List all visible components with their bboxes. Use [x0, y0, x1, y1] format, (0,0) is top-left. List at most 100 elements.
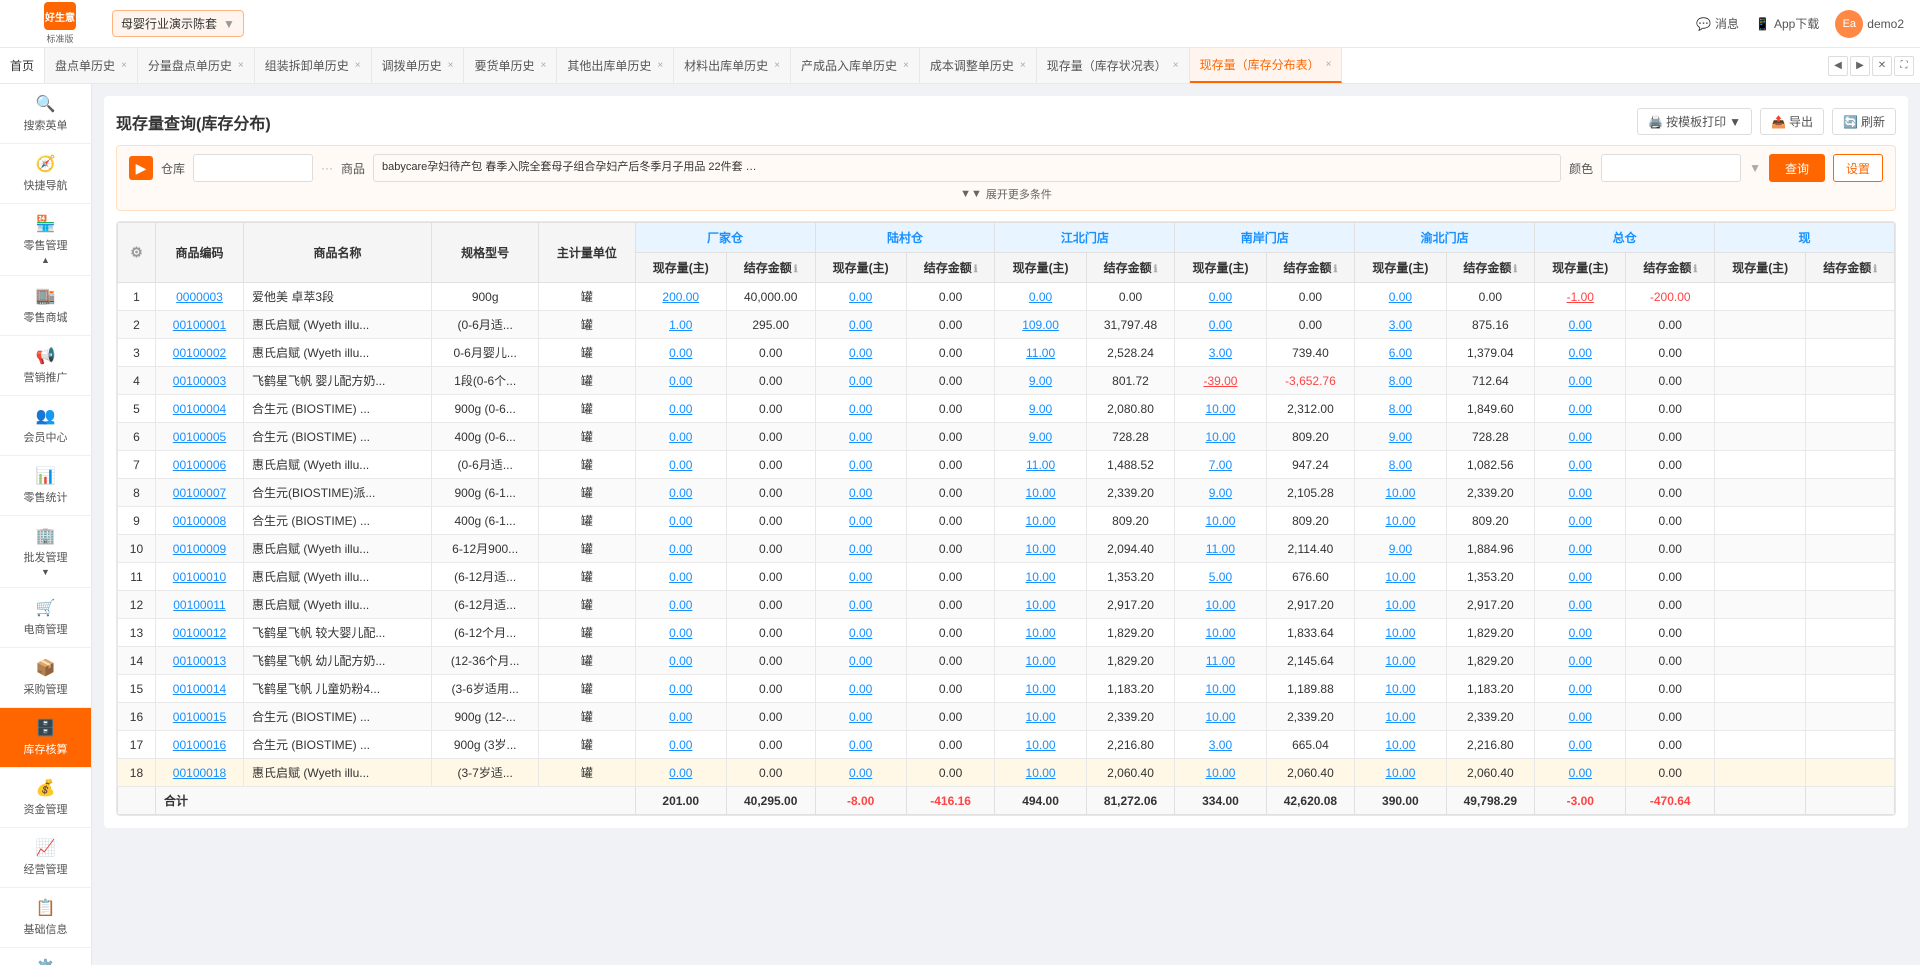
row-code[interactable]: 00100015	[155, 703, 243, 731]
tab-cost-adjust[interactable]: 成本调整单历史 ×	[920, 48, 1037, 83]
tab-split-stock-close[interactable]: ×	[238, 60, 244, 71]
row-f-qty[interactable]: 0.00	[635, 647, 726, 675]
row-f-qty[interactable]: 0.00	[635, 479, 726, 507]
row-code[interactable]: 00100016	[155, 731, 243, 759]
row-j-qty[interactable]: 109.00	[995, 311, 1086, 339]
row-code[interactable]: 00100001	[155, 311, 243, 339]
warehouse-dots[interactable]: ···	[321, 161, 333, 175]
row-f-qty[interactable]: 0.00	[635, 731, 726, 759]
row-n-qty[interactable]: 11.00	[1175, 647, 1266, 675]
row-f-qty[interactable]: 200.00	[635, 283, 726, 311]
col-gear[interactable]: ⚙	[118, 223, 156, 283]
tab-material-out-close[interactable]: ×	[774, 60, 780, 71]
row-j-qty[interactable]: 10.00	[995, 731, 1086, 759]
row-f-qty[interactable]: 0.00	[635, 339, 726, 367]
row-y-qty[interactable]: 10.00	[1355, 479, 1446, 507]
f-amt-info-icon[interactable]: ℹ	[794, 264, 798, 275]
row-y-qty[interactable]: 6.00	[1355, 339, 1446, 367]
tab-cost-adjust-close[interactable]: ×	[1020, 60, 1026, 71]
row-n-qty[interactable]: 10.00	[1175, 423, 1266, 451]
row-l-qty[interactable]: 0.00	[815, 731, 906, 759]
row-code[interactable]: 0000003	[155, 283, 243, 311]
row-y-qty[interactable]: 10.00	[1355, 703, 1446, 731]
row-n-qty[interactable]: 7.00	[1175, 451, 1266, 479]
row-f-qty[interactable]: 0.00	[635, 675, 726, 703]
row-y-qty[interactable]: 9.00	[1355, 423, 1446, 451]
tab-stock-dist[interactable]: 现存量（库存分布表） ×	[1190, 48, 1343, 83]
row-j-qty[interactable]: 10.00	[995, 759, 1086, 787]
tab-nav-expand[interactable]: ⛶	[1894, 56, 1914, 76]
message-btn[interactable]: 💬 消息	[1696, 15, 1739, 32]
color-input[interactable]	[1601, 154, 1741, 182]
tab-stock-qty-close[interactable]: ×	[1173, 60, 1179, 71]
tab-nav-next[interactable]: ▶	[1850, 56, 1870, 76]
row-code[interactable]: 00100002	[155, 339, 243, 367]
product-value[interactable]: babycare孕妇待产包 春季入院全套母子组合孕妇产后冬季月子用品 22件套 …	[373, 154, 1561, 182]
row-n-qty[interactable]: 10.00	[1175, 591, 1266, 619]
row-code[interactable]: 00100007	[155, 479, 243, 507]
row-n-qty[interactable]: 5.00	[1175, 563, 1266, 591]
tab-product-in[interactable]: 产成品入库单历史 ×	[791, 48, 920, 83]
row-l-qty[interactable]: 0.00	[815, 311, 906, 339]
row-t-qty[interactable]: 0.00	[1535, 619, 1626, 647]
row-f-qty[interactable]: 0.00	[635, 507, 726, 535]
row-y-qty[interactable]: 8.00	[1355, 367, 1446, 395]
row-n-qty[interactable]: -39.00	[1175, 367, 1266, 395]
row-n-qty[interactable]: 10.00	[1175, 619, 1266, 647]
sidebar-item-wholesale[interactable]: 🏢 批发管理 ▼	[0, 516, 91, 588]
row-t-qty[interactable]: 0.00	[1535, 451, 1626, 479]
sidebar-item-retail-store[interactable]: 🏬 零售商城	[0, 276, 91, 336]
row-t-qty[interactable]: 0.00	[1535, 479, 1626, 507]
row-y-qty[interactable]: 0.00	[1355, 283, 1446, 311]
row-t-qty[interactable]: 0.00	[1535, 535, 1626, 563]
gear-icon[interactable]: ⚙	[130, 244, 143, 260]
tab-request-single[interactable]: 要货单历史 ×	[464, 48, 557, 83]
row-y-qty[interactable]: 3.00	[1355, 311, 1446, 339]
tab-stock-qty[interactable]: 现存量（库存状况表） ×	[1037, 48, 1190, 83]
sidebar-item-retail-stats[interactable]: 📊 零售统计	[0, 456, 91, 516]
row-n-qty[interactable]: 0.00	[1175, 283, 1266, 311]
expand-more-btn[interactable]: ▼▼ 展开更多条件	[129, 186, 1883, 202]
row-l-qty[interactable]: 0.00	[815, 395, 906, 423]
row-j-qty[interactable]: 9.00	[995, 395, 1086, 423]
row-n-qty[interactable]: 0.00	[1175, 311, 1266, 339]
sidebar-item-inventory[interactable]: 🗄️ 库存核算	[0, 708, 91, 768]
tab-other-out-close[interactable]: ×	[657, 60, 663, 71]
row-l-qty[interactable]: 0.00	[815, 479, 906, 507]
row-code[interactable]: 00100006	[155, 451, 243, 479]
l-amt-info-icon[interactable]: ℹ	[974, 264, 978, 275]
tab-group-split-close[interactable]: ×	[355, 60, 361, 71]
query-btn[interactable]: 查询	[1769, 154, 1825, 182]
row-t-qty[interactable]: 0.00	[1535, 703, 1626, 731]
sidebar-item-purchase[interactable]: 📦 采购管理	[0, 648, 91, 708]
tab-stock-single-close[interactable]: ×	[121, 60, 127, 71]
row-f-qty[interactable]: 0.00	[635, 619, 726, 647]
row-y-qty[interactable]: 9.00	[1355, 535, 1446, 563]
row-code[interactable]: 00100010	[155, 563, 243, 591]
row-l-qty[interactable]: 0.00	[815, 619, 906, 647]
row-j-qty[interactable]: 11.00	[995, 339, 1086, 367]
row-code[interactable]: 00100003	[155, 367, 243, 395]
row-l-qty[interactable]: 0.00	[815, 647, 906, 675]
y-amt-info-icon[interactable]: ℹ	[1513, 264, 1517, 275]
sidebar-item-basic[interactable]: 📋 基础信息	[0, 888, 91, 948]
row-t-qty[interactable]: 0.00	[1535, 339, 1626, 367]
row-t-qty[interactable]: -1.00	[1535, 283, 1626, 311]
tab-home[interactable]: 首页	[0, 48, 45, 83]
row-y-qty[interactable]: 10.00	[1355, 731, 1446, 759]
row-n-qty[interactable]: 9.00	[1175, 479, 1266, 507]
row-j-qty[interactable]: 10.00	[995, 507, 1086, 535]
row-n-qty[interactable]: 10.00	[1175, 703, 1266, 731]
row-f-qty[interactable]: 0.00	[635, 759, 726, 787]
sidebar-item-marketing[interactable]: 📢 营销推广	[0, 336, 91, 396]
export-btn[interactable]: 📤 导出	[1760, 108, 1824, 135]
row-n-qty[interactable]: 10.00	[1175, 759, 1266, 787]
row-j-qty[interactable]: 10.00	[995, 535, 1086, 563]
row-t-qty[interactable]: 0.00	[1535, 759, 1626, 787]
tab-nav-close-all[interactable]: ✕	[1872, 56, 1892, 76]
row-y-qty[interactable]: 8.00	[1355, 395, 1446, 423]
row-t-qty[interactable]: 0.00	[1535, 367, 1626, 395]
row-n-qty[interactable]: 10.00	[1175, 507, 1266, 535]
tab-nav-prev[interactable]: ◀	[1828, 56, 1848, 76]
row-j-qty[interactable]: 9.00	[995, 423, 1086, 451]
